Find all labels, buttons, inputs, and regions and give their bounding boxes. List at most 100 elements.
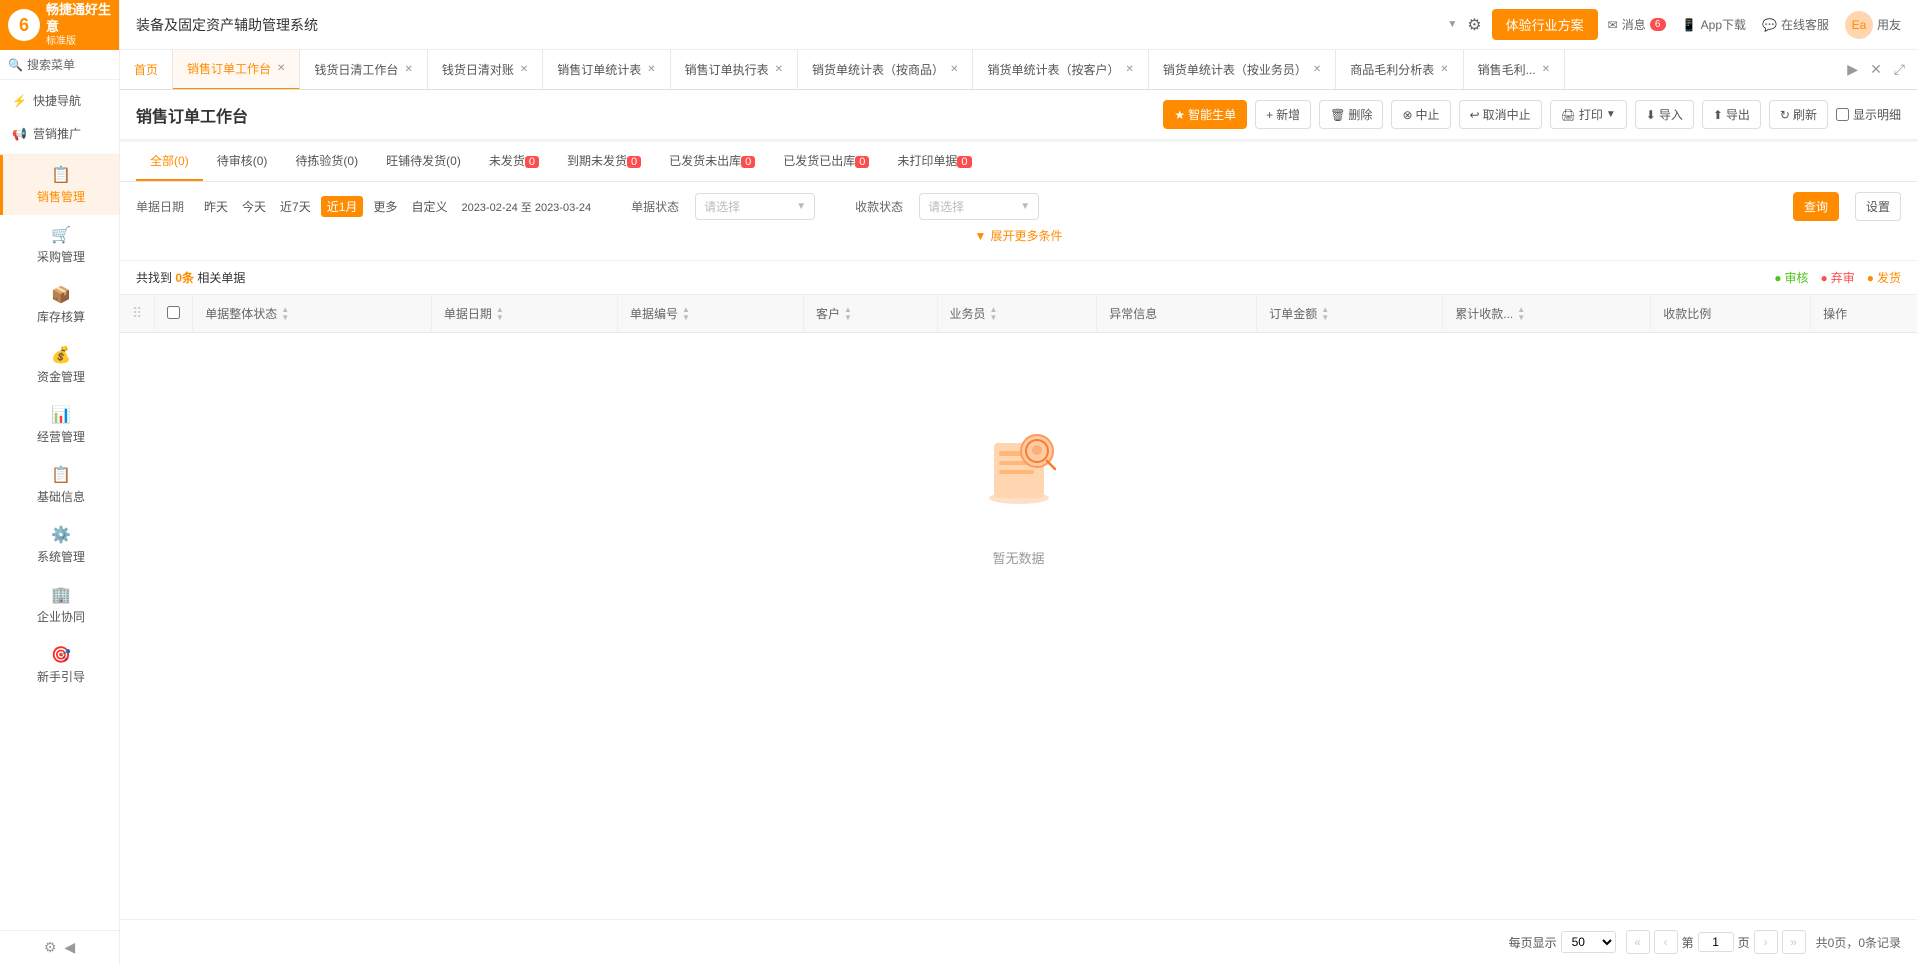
refresh-button[interactable]: ↻ 刷新 bbox=[1769, 100, 1828, 129]
sort-arrows-date: ▲▼ bbox=[496, 306, 504, 322]
quick-unapprove[interactable]: ● 弃审 bbox=[1820, 269, 1854, 286]
date-option-today[interactable]: 今天 bbox=[238, 196, 270, 217]
tab-maximize[interactable]: ⤢ bbox=[1890, 57, 1909, 82]
cancel-stop-button[interactable]: ↩ 取消中止 bbox=[1459, 100, 1542, 129]
tab-close-sales-workbench[interactable]: ✕ bbox=[277, 63, 285, 74]
app-download-btn[interactable]: 📱 App下载 bbox=[1682, 16, 1746, 33]
subtab-wangpu[interactable]: 旺铺待发货(0) bbox=[372, 142, 475, 181]
payment-filter-select[interactable]: 请选择 ▼ bbox=[919, 193, 1039, 220]
tab-close-cash-daily[interactable]: ✕ bbox=[404, 64, 412, 75]
tab-sales-exec[interactable]: 销售订单执行表 ✕ bbox=[671, 50, 798, 90]
col-amount: 订单金额 ▲▼ bbox=[1257, 295, 1443, 333]
sort-amount[interactable]: 订单金额 ▲▼ bbox=[1269, 305, 1430, 322]
sort-staff[interactable]: 业务员 ▲▼ bbox=[950, 305, 1085, 322]
tab-close-sales-more[interactable]: ✕ bbox=[1542, 64, 1550, 75]
col-checkbox[interactable] bbox=[155, 295, 193, 333]
sort-customer[interactable]: 客户 ▲▼ bbox=[816, 305, 924, 322]
date-option-custom[interactable]: 自定义 bbox=[407, 196, 451, 217]
subtab-not-shipped[interactable]: 未发货0 bbox=[475, 142, 553, 181]
tab-close-cash-reconcile[interactable]: ✕ bbox=[520, 64, 528, 75]
sidebar-item-inventory[interactable]: 📦 库存核算 bbox=[0, 275, 119, 335]
select-all-checkbox[interactable] bbox=[167, 306, 180, 319]
online-service-btn[interactable]: 💬 在线客服 bbox=[1762, 16, 1829, 33]
sort-number[interactable]: 单据编号 ▲▼ bbox=[630, 305, 791, 322]
tab-close-sales-stat-prod[interactable]: ✕ bbox=[950, 64, 958, 75]
sidebar-nav-marketing[interactable]: 📢 营销推广 bbox=[0, 117, 119, 150]
table-scroll-container[interactable]: ⠿ 单据整体状态 ▲▼ bbox=[120, 295, 1917, 333]
subtab-overdue[interactable]: 到期未发货0 bbox=[553, 142, 655, 181]
new-button[interactable]: + 新增 bbox=[1255, 100, 1311, 129]
print-button[interactable]: 🖨 打印 ▼ bbox=[1550, 100, 1627, 129]
date-option-1month[interactable]: 近1月 bbox=[321, 196, 364, 217]
tab-scroll-right[interactable]: ▶ bbox=[1843, 57, 1862, 82]
page-number-input[interactable] bbox=[1698, 932, 1734, 952]
tab-close-sales-exec[interactable]: ✕ bbox=[775, 64, 783, 75]
experience-button[interactable]: 体验行业方案 bbox=[1492, 9, 1598, 40]
sort-date[interactable]: 单据日期 ▲▼ bbox=[444, 305, 605, 322]
tab-cash-reconcile[interactable]: 钱货日清对账 ✕ bbox=[428, 50, 543, 90]
tab-close-profit[interactable]: ✕ bbox=[1440, 64, 1448, 75]
subtab-pending-check[interactable]: 待拣验货(0) bbox=[281, 142, 372, 181]
tab-sales-stat-staff[interactable]: 销货单统计表（按业务员） ✕ bbox=[1149, 50, 1336, 90]
next-page-btn[interactable]: › bbox=[1754, 930, 1778, 954]
tab-profit[interactable]: 商品毛利分析表 ✕ bbox=[1336, 50, 1463, 90]
sort-collected[interactable]: 累计收款... ▲▼ bbox=[1455, 305, 1638, 322]
tab-home[interactable]: 首页 bbox=[120, 50, 173, 90]
tab-sales-stat-prod[interactable]: 销货单统计表（按商品） ✕ bbox=[798, 50, 973, 90]
user-menu[interactable]: Ea 用友 bbox=[1845, 11, 1901, 39]
sidebar-item-sales[interactable]: 📋 销售管理 bbox=[0, 155, 119, 215]
sidebar-search[interactable]: 🔍 搜索菜单 bbox=[0, 50, 119, 80]
subtab-all[interactable]: 全部(0) bbox=[136, 142, 203, 181]
sidebar-nav-quicknav[interactable]: ⚡ 快捷导航 bbox=[0, 84, 119, 117]
tab-sales-stat[interactable]: 销售订单统计表 ✕ bbox=[543, 50, 670, 90]
subtab-shipped-out[interactable]: 已发货已出库0 bbox=[769, 142, 883, 181]
show-detail-checkbox[interactable] bbox=[1836, 108, 1849, 121]
last-page-btn[interactable]: » bbox=[1782, 930, 1806, 954]
quick-approve[interactable]: ● 审核 bbox=[1774, 269, 1808, 286]
date-option-yesterday[interactable]: 昨天 bbox=[200, 196, 232, 217]
date-option-more[interactable]: 更多 bbox=[369, 196, 401, 217]
query-button[interactable]: 查询 bbox=[1793, 192, 1839, 221]
tab-close-all[interactable]: ✕ bbox=[1866, 57, 1886, 82]
header-dropdown-arrow[interactable]: ▼ bbox=[1447, 19, 1457, 30]
stop-button[interactable]: ⊗ 中止 bbox=[1391, 100, 1450, 129]
sidebar-item-purchase[interactable]: 🛒 采购管理 bbox=[0, 215, 119, 275]
tab-close-sales-stat[interactable]: ✕ bbox=[647, 64, 655, 75]
sidebar-settings-btn[interactable]: ⚙ bbox=[44, 939, 57, 956]
tab-sales-stat-cust[interactable]: 销货单统计表（按客户） ✕ bbox=[973, 50, 1148, 90]
tab-sales-more[interactable]: 销售毛利... ✕ bbox=[1464, 50, 1565, 90]
quick-ship[interactable]: ● 发货 bbox=[1867, 269, 1901, 286]
status-filter-select[interactable]: 请选择 ▼ bbox=[695, 193, 815, 220]
subtab-pending[interactable]: 待审核(0) bbox=[203, 142, 282, 181]
date-option-7days[interactable]: 近7天 bbox=[276, 196, 315, 217]
tab-close-sales-stat-staff[interactable]: ✕ bbox=[1313, 64, 1321, 75]
print-icon: 🖨 bbox=[1561, 108, 1576, 122]
expand-more-btn[interactable]: ▼ 展开更多条件 bbox=[975, 227, 1063, 244]
sidebar-item-corp[interactable]: 🏢 企业协同 bbox=[0, 575, 119, 635]
col-date: 单据日期 ▲▼ bbox=[431, 295, 617, 333]
tab-close-sales-stat-cust[interactable]: ✕ bbox=[1125, 64, 1133, 75]
message-btn[interactable]: ✉ 消息 6 bbox=[1608, 16, 1666, 33]
tab-sales-workbench[interactable]: 销售订单工作台 ✕ bbox=[173, 50, 300, 90]
smart-create-button[interactable]: ★ 智能生单 bbox=[1163, 100, 1247, 129]
purchase-icon: 🛒 bbox=[51, 225, 71, 245]
export-button[interactable]: ⬆ 导出 bbox=[1702, 100, 1761, 129]
show-detail-checkbox-label[interactable]: 显示明细 bbox=[1836, 106, 1901, 123]
page-size-select[interactable]: 20 50 100 200 bbox=[1561, 931, 1616, 953]
sidebar-item-guide[interactable]: 🎯 新手引导 bbox=[0, 635, 119, 695]
sidebar-collapse-btn[interactable]: ◀ bbox=[64, 939, 75, 956]
delete-button[interactable]: 🗑 删除 bbox=[1319, 100, 1383, 129]
subtab-shipped-not-out[interactable]: 已发货未出库0 bbox=[655, 142, 769, 181]
sort-status[interactable]: 单据整体状态 ▲▼ bbox=[205, 305, 419, 322]
subtab-not-printed[interactable]: 未打印单据0 bbox=[883, 142, 985, 181]
header-settings-icon[interactable]: ⚙ bbox=[1467, 15, 1481, 35]
filter-settings-button[interactable]: 设置 bbox=[1855, 192, 1901, 221]
sidebar-item-basic[interactable]: 📋 基础信息 bbox=[0, 455, 119, 515]
tab-cash-daily[interactable]: 钱货日清工作台 ✕ bbox=[300, 50, 427, 90]
prev-page-btn[interactable]: ‹ bbox=[1654, 930, 1678, 954]
import-button[interactable]: ⬇ 导入 bbox=[1635, 100, 1694, 129]
first-page-btn[interactable]: « bbox=[1626, 930, 1650, 954]
sidebar-item-system[interactable]: ⚙️ 系统管理 bbox=[0, 515, 119, 575]
sidebar-item-operation[interactable]: 📊 经营管理 bbox=[0, 395, 119, 455]
sidebar-item-finance[interactable]: 💰 资金管理 bbox=[0, 335, 119, 395]
